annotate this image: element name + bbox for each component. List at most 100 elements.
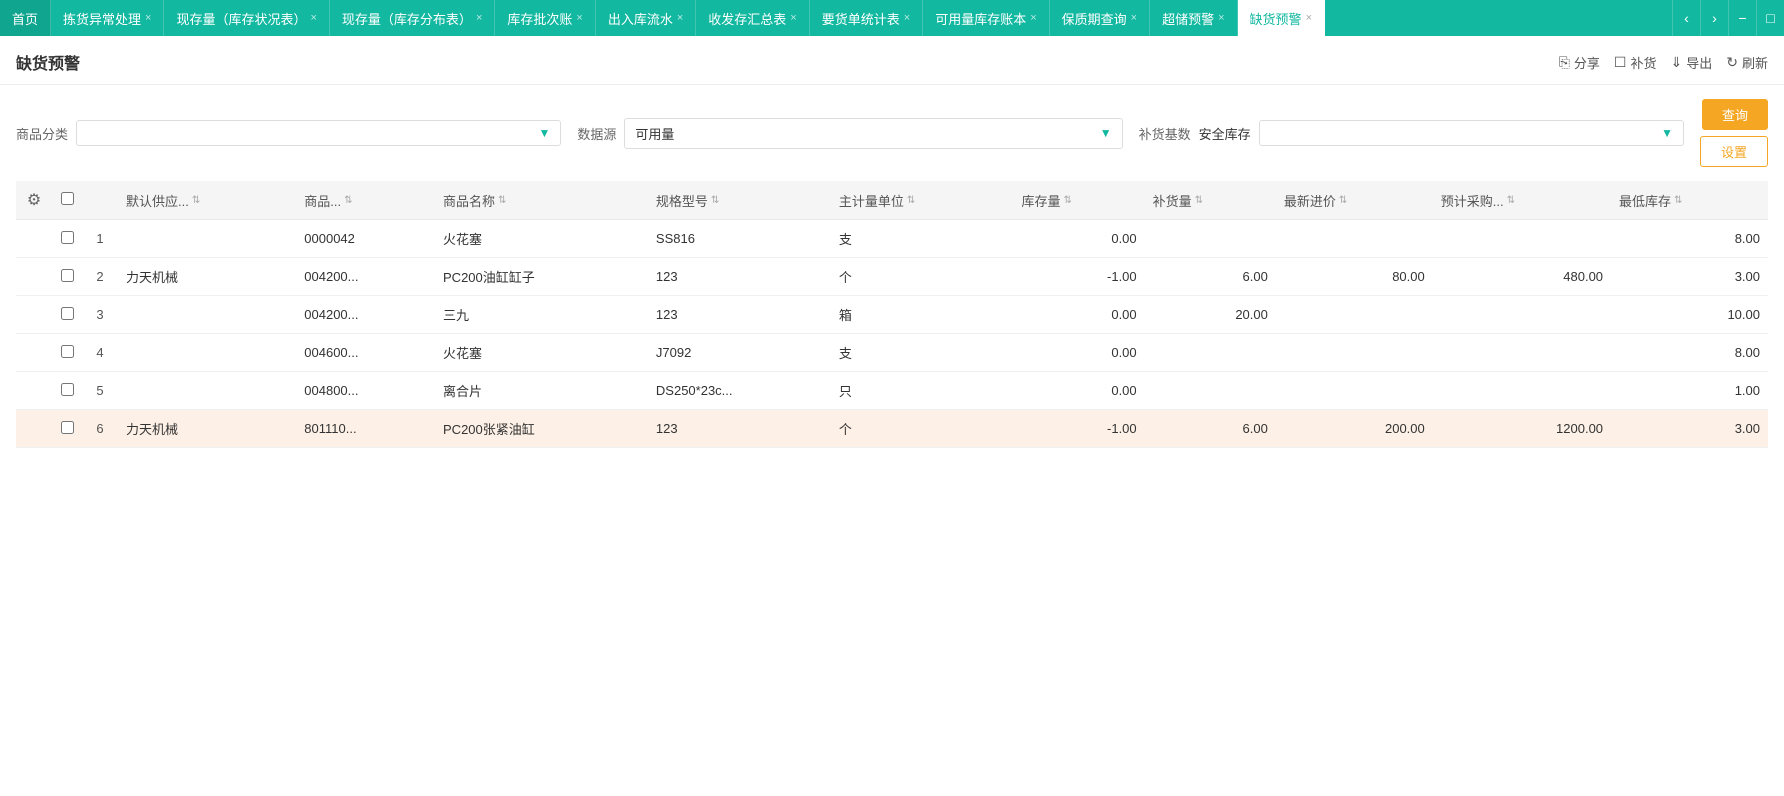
close-tab-1[interactable]: ×: [145, 12, 151, 24]
tab-scroll-left[interactable]: ‹: [1672, 0, 1700, 36]
row-checkbox-cell: [52, 372, 82, 410]
close-tab-3[interactable]: ×: [476, 12, 482, 24]
tab-scroll-right[interactable]: ›: [1700, 0, 1728, 36]
min-stock-sort[interactable]: 最低库存 ⇅: [1619, 191, 1760, 210]
row-supplier-5: 力天机械: [118, 410, 296, 448]
data-table: ⚙ 默认供应... ⇅ 商品...: [16, 181, 1768, 448]
close-tab-9[interactable]: ×: [1131, 12, 1137, 24]
row-product-code-2: 004200...: [296, 296, 435, 334]
tab-inventory-dist[interactable]: 现存量（库存分布表） ×: [330, 0, 495, 36]
stock-sort[interactable]: 库存量 ⇅: [1021, 191, 1136, 210]
settings-button[interactable]: 设置: [1700, 136, 1768, 167]
latest-price-sort-icon: ⇅: [1339, 195, 1347, 206]
supplement-filter-value: 安全库存: [1199, 124, 1251, 143]
row-stock-0: 0.00: [1013, 220, 1144, 258]
row-supplier-1: 力天机械: [118, 258, 296, 296]
tab-nav-controls: ‹ › − □: [1672, 0, 1784, 36]
tab-maximize[interactable]: □: [1756, 0, 1784, 36]
table-row[interactable]: 5 004800... 离合片 DS250*23c... 只 0.00 1.00: [16, 372, 1768, 410]
close-tab-6[interactable]: ×: [790, 12, 796, 24]
close-tab-11[interactable]: ×: [1306, 12, 1312, 24]
close-tab-10[interactable]: ×: [1218, 12, 1224, 24]
tab-shortage[interactable]: 缺货预警 ×: [1238, 0, 1325, 36]
table-row[interactable]: 6 力天机械 801110... PC200张紧油缸 123 个 -1.00 6…: [16, 410, 1768, 448]
close-tab-4[interactable]: ×: [576, 12, 582, 24]
supplier-sort[interactable]: 默认供应... ⇅: [126, 191, 288, 210]
tab-available[interactable]: 可用量库存账本 ×: [923, 0, 1049, 36]
product-name-sort-icon: ⇅: [498, 195, 506, 206]
unit-sort-icon: ⇅: [907, 195, 915, 206]
spec-sort[interactable]: 规格型号 ⇅: [656, 191, 823, 210]
refresh-icon: ↻: [1726, 54, 1738, 71]
row-product-code-3: 004600...: [296, 334, 435, 372]
page-title: 缺货预警: [16, 50, 80, 74]
query-button[interactable]: 查询: [1702, 99, 1768, 130]
supplement-select[interactable]: ▼: [1259, 120, 1684, 146]
tab-minimize[interactable]: −: [1728, 0, 1756, 36]
row-product-name-4: 离合片: [435, 372, 648, 410]
table-row[interactable]: 4 004600... 火花塞 J7092 支 0.00 8.00: [16, 334, 1768, 372]
select-all-checkbox[interactable]: [61, 192, 74, 205]
refresh-button[interactable]: ↻ 刷新: [1726, 53, 1768, 72]
close-tab-7[interactable]: ×: [904, 12, 910, 24]
row-checkbox-2[interactable]: [61, 307, 74, 320]
table-row[interactable]: 1 0000042 火花塞 SS816 支 0.00 8.00: [16, 220, 1768, 258]
estimated-purchase-sort[interactable]: 预计采购... ⇅: [1441, 191, 1603, 210]
unit-sort[interactable]: 主计量单位 ⇅: [839, 191, 1006, 210]
row-latest-price-0: [1276, 220, 1433, 258]
row-checkbox-cell: [52, 334, 82, 372]
row-gear-cell: [16, 372, 52, 410]
th-product-code: 商品... ⇅: [296, 181, 435, 220]
row-checkbox-0[interactable]: [61, 231, 74, 244]
row-num-0: 1: [82, 220, 118, 258]
category-filter-group: 商品分类 ▼: [16, 120, 561, 146]
row-product-code-5: 801110...: [296, 410, 435, 448]
filter-row: 商品分类 ▼ 数据源 可用量 ▼ 补货基数 安全库存 ▼ 查询: [0, 85, 1784, 181]
row-stock-2: 0.00: [1013, 296, 1144, 334]
tab-order-stats[interactable]: 要货单统计表 ×: [810, 0, 923, 36]
row-product-name-1: PC200油缸缸子: [435, 258, 648, 296]
supplier-sort-icon: ⇅: [192, 195, 200, 206]
row-checkbox-3[interactable]: [61, 345, 74, 358]
share-button[interactable]: ⎘ 分享: [1559, 53, 1600, 72]
th-latest-price: 最新进价 ⇅: [1276, 181, 1433, 220]
row-checkbox-4[interactable]: [61, 383, 74, 396]
gear-icon[interactable]: ⚙: [24, 190, 44, 210]
th-gear: ⚙: [16, 181, 52, 220]
row-checkbox-1[interactable]: [61, 269, 74, 282]
close-tab-8[interactable]: ×: [1030, 12, 1036, 24]
row-stock-4: 0.00: [1013, 372, 1144, 410]
supplement-button[interactable]: ☐ 补货: [1614, 53, 1657, 72]
table-row[interactable]: 2 力天机械 004200... PC200油缸缸子 123 个 -1.00 6…: [16, 258, 1768, 296]
row-product-name-0: 火花塞: [435, 220, 648, 258]
tab-expiry[interactable]: 保质期查询 ×: [1050, 0, 1150, 36]
close-tab-2[interactable]: ×: [310, 12, 316, 24]
row-num-1: 2: [82, 258, 118, 296]
tab-picking[interactable]: 拣货异常处理 ×: [51, 0, 164, 36]
tab-batch[interactable]: 库存批次账 ×: [495, 0, 595, 36]
row-product-code-4: 004800...: [296, 372, 435, 410]
row-min-stock-5: 3.00: [1611, 410, 1768, 448]
min-stock-sort-icon: ⇅: [1674, 195, 1682, 206]
supplement-sort[interactable]: 补货量 ⇅: [1153, 191, 1268, 210]
category-select[interactable]: ▼: [76, 120, 561, 146]
row-latest-price-5: 200.00: [1276, 410, 1433, 448]
product-name-sort[interactable]: 商品名称 ⇅: [443, 191, 640, 210]
table-row[interactable]: 3 004200... 三九 123 箱 0.00 20.00 10.00: [16, 296, 1768, 334]
row-checkbox-cell: [52, 410, 82, 448]
tab-flow[interactable]: 出入库流水 ×: [596, 0, 696, 36]
tab-summary[interactable]: 收发存汇总表 ×: [696, 0, 809, 36]
latest-price-sort[interactable]: 最新进价 ⇅: [1284, 191, 1425, 210]
tab-overstock[interactable]: 超储预警 ×: [1150, 0, 1237, 36]
row-min-stock-1: 3.00: [1611, 258, 1768, 296]
row-estimated-purchase-4: [1433, 372, 1611, 410]
product-code-sort[interactable]: 商品... ⇅: [304, 191, 427, 210]
row-checkbox-5[interactable]: [61, 421, 74, 434]
export-button[interactable]: ⇓ 导出: [1671, 53, 1713, 72]
th-num: [82, 181, 118, 220]
tab-home[interactable]: 首页: [0, 0, 51, 36]
tab-inventory-status[interactable]: 现存量（库存状况表） ×: [164, 0, 329, 36]
datasource-select[interactable]: 可用量 ▼: [624, 118, 1122, 149]
close-tab-5[interactable]: ×: [677, 12, 683, 24]
row-checkbox-cell: [52, 296, 82, 334]
